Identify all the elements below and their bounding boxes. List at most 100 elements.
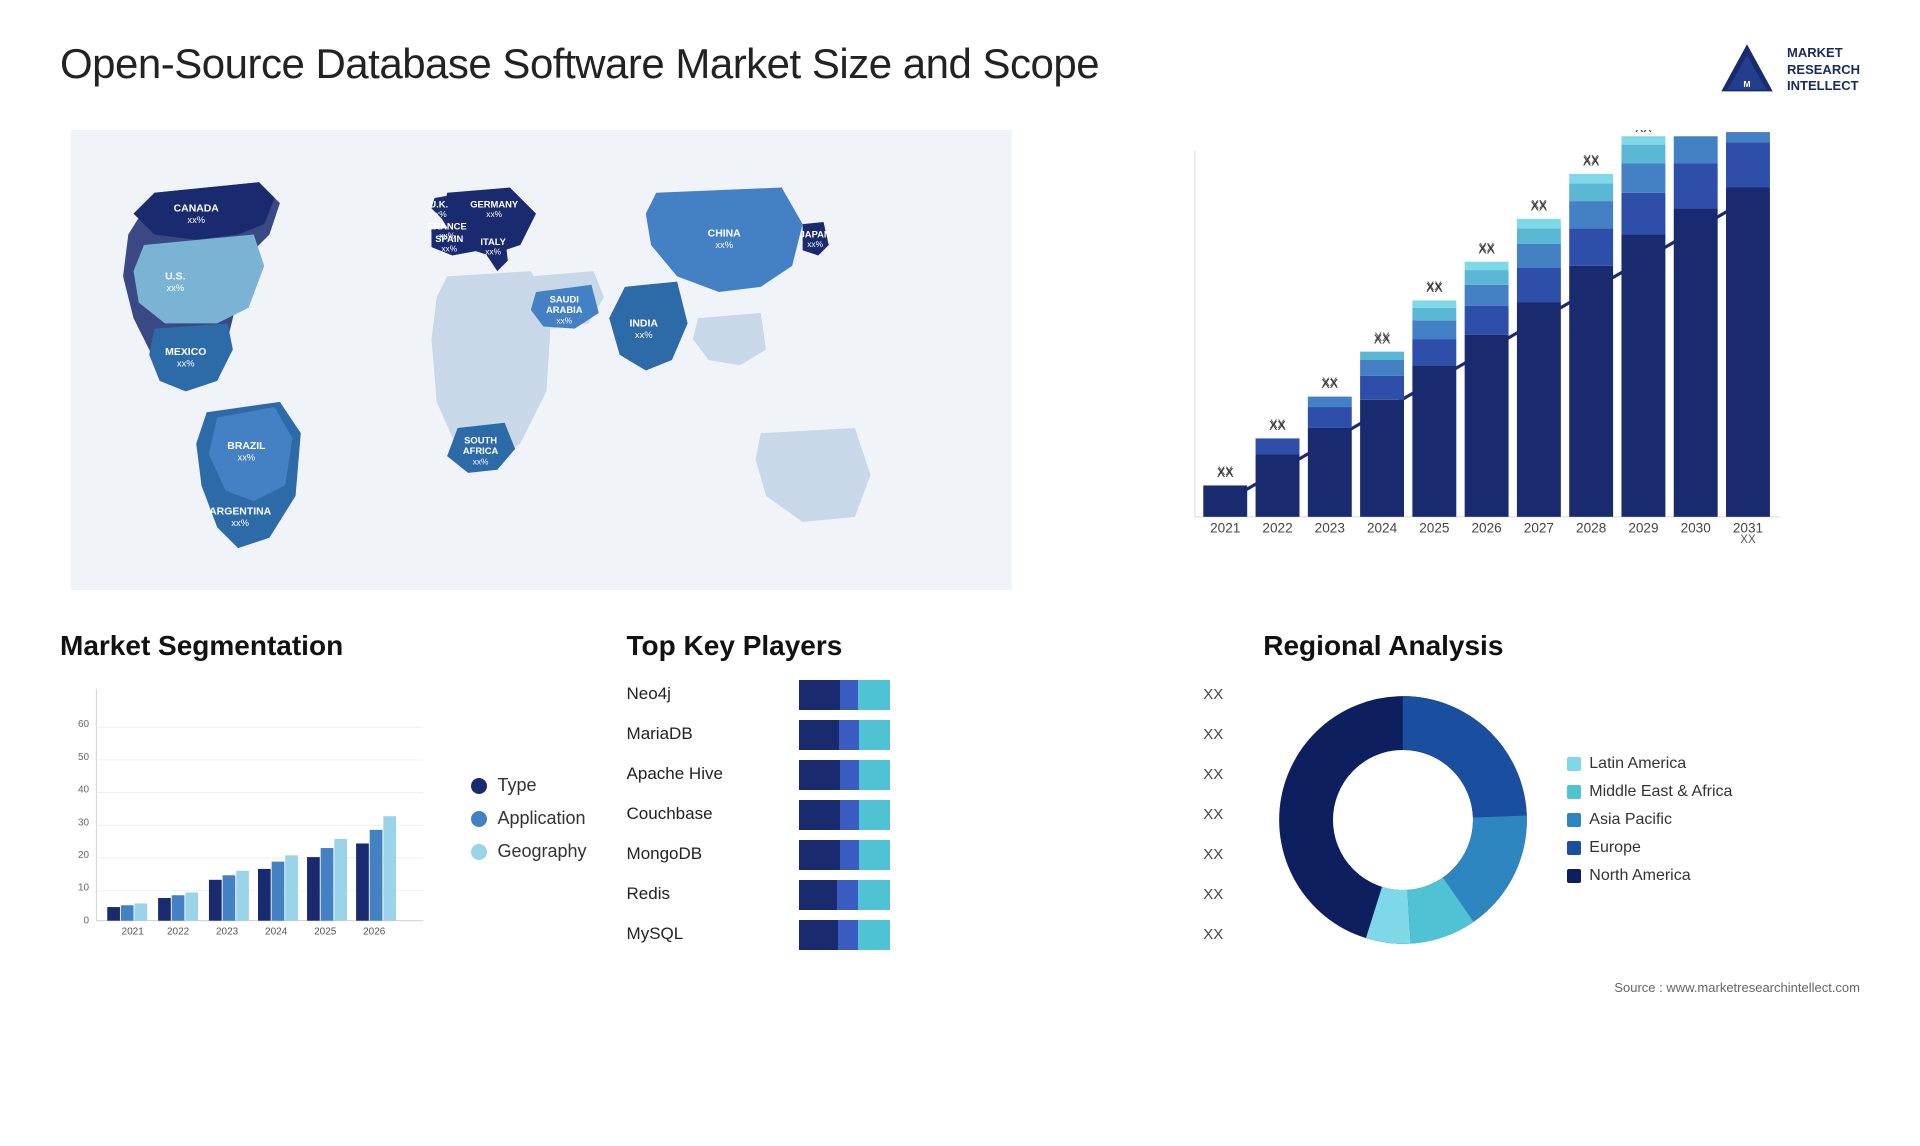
svg-text:XX: XX <box>1688 130 1702 133</box>
svg-text:MEXICO: MEXICO <box>165 347 206 358</box>
svg-text:xx%: xx% <box>473 457 489 467</box>
seg-chart-wrap: 0 10 20 30 40 50 60 <box>60 680 587 957</box>
donut-legend-na: North America <box>1567 867 1732 885</box>
player-bar-seg1 <box>799 760 840 790</box>
svg-text:xx%: xx% <box>485 246 501 256</box>
svg-text:2021: 2021 <box>122 926 145 937</box>
donut-dot-mea <box>1567 785 1581 799</box>
player-bar-seg1 <box>799 920 839 950</box>
player-xx-label: XX <box>1203 886 1223 903</box>
donut-chart-svg <box>1263 680 1543 960</box>
player-bar-seg1 <box>799 840 840 870</box>
player-bar-seg1 <box>799 720 840 750</box>
svg-text:2022: 2022 <box>167 926 190 937</box>
player-bar <box>799 760 1186 788</box>
donut-legend: Latin America Middle East & Africa Asia … <box>1567 755 1732 885</box>
player-xx-label: XX <box>1203 926 1223 943</box>
world-map-svg: CANADA xx% U.S. xx% MEXICO xx% BRAZIL xx… <box>60 130 1023 590</box>
svg-text:2026: 2026 <box>363 926 386 937</box>
svg-text:JAPAN: JAPAN <box>800 229 831 240</box>
player-xx-label: XX <box>1203 766 1223 783</box>
seg-legend: Type Application Geography <box>471 775 586 862</box>
key-players-title: Top Key Players <box>627 630 1224 662</box>
player-bar <box>799 680 1186 708</box>
player-name: Neo4j <box>627 684 787 704</box>
donut-legend-latin: Latin America <box>1567 755 1732 773</box>
svg-text:XX: XX <box>1269 419 1286 433</box>
svg-text:XX: XX <box>1530 200 1547 214</box>
donut-legend-mea: Middle East & Africa <box>1567 783 1732 801</box>
svg-text:2022: 2022 <box>1262 521 1292 536</box>
player-row: MySQL XX <box>627 920 1224 948</box>
svg-text:xx%: xx% <box>486 209 502 219</box>
svg-text:XX: XX <box>1373 332 1390 346</box>
donut-label-apac: Asia Pacific <box>1589 811 1672 829</box>
svg-text:xx%: xx% <box>556 315 572 325</box>
svg-text:2029: 2029 <box>1628 521 1658 536</box>
svg-text:2030: 2030 <box>1680 521 1711 536</box>
svg-text:ARABIA: ARABIA <box>546 304 583 315</box>
logo-text: MARKETRESEARCHINTELLECT <box>1787 45 1860 96</box>
player-bar <box>799 800 1186 828</box>
svg-text:2024: 2024 <box>265 926 288 937</box>
player-bar-seg3 <box>858 680 890 710</box>
svg-text:U.S.: U.S. <box>165 272 185 283</box>
svg-text:xx%: xx% <box>238 451 256 462</box>
regional-container: Regional Analysis Latin America <box>1263 630 1860 995</box>
legend-label-geography: Geography <box>497 841 586 862</box>
donut-dot-apac <box>1567 813 1581 827</box>
player-bar-seg3 <box>859 840 890 870</box>
player-xx-label: XX <box>1203 806 1223 823</box>
bar-2021-seg1 <box>1203 485 1247 516</box>
player-bar <box>799 840 1186 868</box>
player-name: Redis <box>627 884 787 904</box>
player-row: MongoDB XX <box>627 840 1224 868</box>
legend-dot-geography <box>471 844 487 860</box>
svg-text:20: 20 <box>78 850 90 861</box>
svg-text:2026: 2026 <box>1471 521 1501 536</box>
donut-dot-na <box>1567 869 1581 883</box>
svg-text:xx%: xx% <box>635 329 653 340</box>
svg-text:2023: 2023 <box>1314 521 1344 536</box>
regional-title: Regional Analysis <box>1263 630 1860 662</box>
player-bar-seg1 <box>799 880 838 910</box>
svg-text:XX: XX <box>1478 242 1495 256</box>
svg-text:XX: XX <box>1321 377 1338 391</box>
svg-text:CANADA: CANADA <box>174 204 220 215</box>
player-row: Apache HiveXX <box>627 760 1224 788</box>
svg-text:XX: XX <box>1741 130 1755 133</box>
player-bar-seg3 <box>859 800 890 830</box>
svg-text:XX: XX <box>1425 281 1442 295</box>
player-bar-seg2 <box>838 920 858 950</box>
svg-text:xx%: xx% <box>177 357 195 368</box>
source-text: Source : www.marketresearchintellect.com <box>1263 980 1860 995</box>
legend-item-application: Application <box>471 808 586 829</box>
header: Open-Source Database Software Market Siz… <box>60 40 1860 100</box>
player-xx-label: XX <box>1203 846 1223 863</box>
svg-text:XX: XX <box>1216 466 1233 480</box>
svg-text:INDIA: INDIA <box>629 319 658 330</box>
svg-text:40: 40 <box>78 785 90 796</box>
bar-chart-svg: 2021 XX 2022 XX 2023 XX 2024 XX <box>1073 130 1861 590</box>
svg-text:50: 50 <box>78 752 90 763</box>
donut-label-mea: Middle East & Africa <box>1589 783 1732 801</box>
page-title: Open-Source Database Software Market Siz… <box>60 40 1099 88</box>
player-bar <box>799 920 1186 948</box>
svg-text:xx%: xx% <box>441 243 457 253</box>
svg-text:10: 10 <box>78 883 90 894</box>
page: Open-Source Database Software Market Siz… <box>0 0 1920 1146</box>
legend-label-type: Type <box>497 775 536 796</box>
svg-text:xx%: xx% <box>431 209 447 219</box>
segmentation-chart: 0 10 20 30 40 50 60 <box>60 680 441 952</box>
donut-label-europe: Europe <box>1589 839 1641 857</box>
svg-text:2021: 2021 <box>1210 521 1240 536</box>
player-name: MongoDB <box>627 844 787 864</box>
donut-wrap: Latin America Middle East & Africa Asia … <box>1263 680 1860 960</box>
player-row: CouchbaseXX <box>627 800 1224 828</box>
svg-text:xx%: xx% <box>166 282 184 293</box>
player-name: MySQL <box>627 924 787 944</box>
player-row: MariaDBXX <box>627 720 1224 748</box>
segmentation-container: Market Segmentation 0 10 20 30 40 50 <box>60 630 587 957</box>
player-bar-seg2 <box>840 680 858 710</box>
player-bar-seg3 <box>859 760 889 790</box>
